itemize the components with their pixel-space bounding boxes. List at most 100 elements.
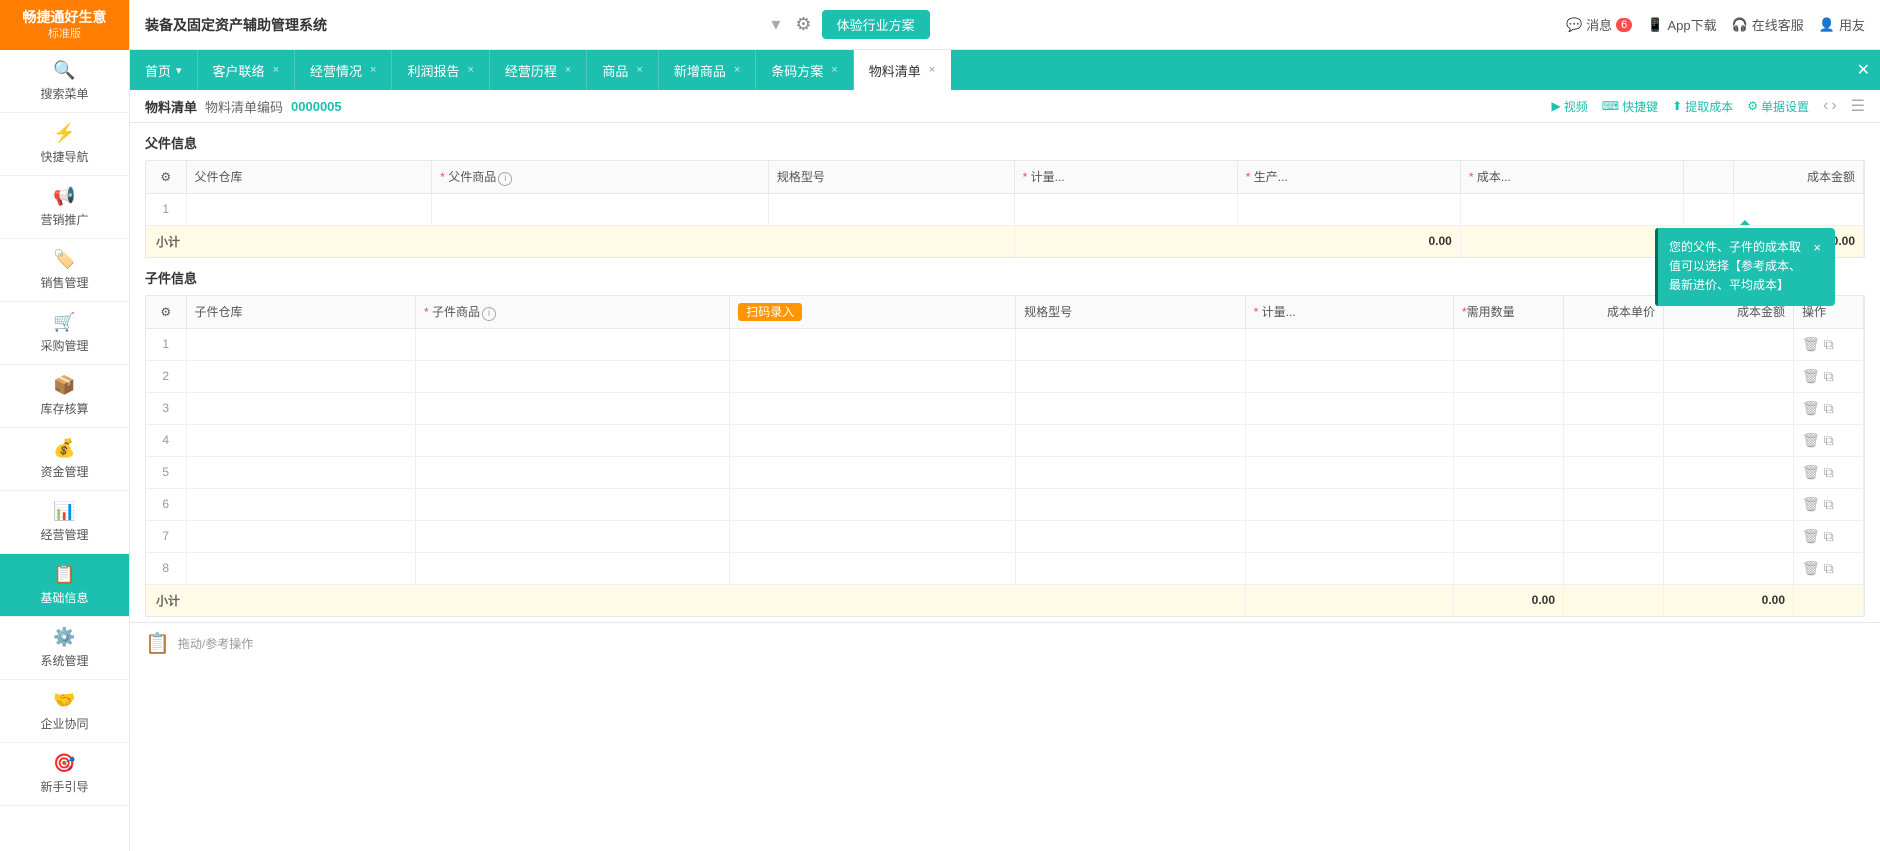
nav-prev-icon[interactable]: ‹ <box>1823 97 1828 115</box>
sidebar-item-quick-nav[interactable]: ⚡快捷导航 <box>0 113 129 176</box>
child-row-6-quantity[interactable] <box>1454 488 1564 520</box>
child-row-4-product[interactable] <box>415 424 729 456</box>
extract-cost-btn[interactable]: ⬆ 提取成本 <box>1672 98 1733 115</box>
child-row-2-unit-price[interactable] <box>1564 360 1664 392</box>
dropdown-arrow-icon[interactable]: ▾ <box>771 14 780 35</box>
child-row-1-product[interactable] <box>415 328 729 360</box>
parent-row-1-warehouse[interactable] <box>186 193 432 225</box>
child-th-gear[interactable]: ⚙ <box>146 296 186 328</box>
message-btn[interactable]: 💬 消息 6 <box>1566 15 1632 34</box>
child-row-6-unit[interactable] <box>1245 488 1453 520</box>
parent-row-1-production[interactable] <box>1237 193 1460 225</box>
sidebar-item-marketing[interactable]: 📢营销推广 <box>0 176 129 239</box>
copy-icon-2[interactable]: ⧉ <box>1824 368 1834 385</box>
child-row-3-unit[interactable] <box>1245 392 1453 424</box>
child-row-4-unit[interactable] <box>1245 424 1453 456</box>
sidebar-item-inventory[interactable]: 📦库存核算 <box>0 365 129 428</box>
scan-btn[interactable]: 扫码录入 <box>738 303 802 321</box>
delete-icon-6[interactable]: 🗑 <box>1802 496 1820 513</box>
child-row-7-quantity[interactable] <box>1454 520 1564 552</box>
nav-tab-3[interactable]: 利润报告× <box>392 50 489 90</box>
child-row-3-unit-price[interactable] <box>1564 392 1664 424</box>
single-setting-btn[interactable]: ⚙ 单据设置 <box>1747 98 1809 115</box>
child-row-8-product[interactable] <box>415 552 729 584</box>
child-row-2-spec[interactable] <box>1016 360 1245 392</box>
child-row-3-product[interactable] <box>415 392 729 424</box>
child-row-6-warehouse[interactable] <box>186 488 415 520</box>
nav-tab-close-6[interactable]: × <box>734 64 740 76</box>
child-row-8-unit-price[interactable] <box>1564 552 1664 584</box>
nav-tab-6[interactable]: 新增商品× <box>659 50 756 90</box>
shortcut-btn[interactable]: ⌨ 快捷键 <box>1602 98 1658 115</box>
child-row-2-warehouse[interactable] <box>186 360 415 392</box>
delete-icon-4[interactable]: 🗑 <box>1802 432 1820 449</box>
child-row-5-unit[interactable] <box>1245 456 1453 488</box>
child-row-5-quantity[interactable] <box>1454 456 1564 488</box>
child-row-6-spec[interactable] <box>1016 488 1245 520</box>
copy-icon-3[interactable]: ⧉ <box>1824 400 1834 417</box>
copy-icon-6[interactable]: ⧉ <box>1824 496 1834 513</box>
child-row-1-unit-price[interactable] <box>1564 328 1664 360</box>
child-row-7-product[interactable] <box>415 520 729 552</box>
delete-icon-2[interactable]: 🗑 <box>1802 368 1820 385</box>
child-row-3-quantity[interactable] <box>1454 392 1564 424</box>
sidebar-item-enterprise[interactable]: 🤝企业协同 <box>0 680 129 743</box>
view-btn[interactable]: ▶ 视频 <box>1552 98 1588 115</box>
nav-tab-close-3[interactable]: × <box>467 64 473 76</box>
nav-tab-7[interactable]: 条码方案× <box>756 50 853 90</box>
settings-icon[interactable]: ⚙ <box>795 14 811 35</box>
sidebar-item-guide[interactable]: 🎯新手引导 <box>0 743 129 806</box>
child-row-3-spec[interactable] <box>1016 392 1245 424</box>
child-row-5-unit-price[interactable] <box>1564 456 1664 488</box>
copy-icon-5[interactable]: ⧉ <box>1824 464 1834 481</box>
nav-next-icon[interactable]: › <box>1831 97 1836 115</box>
child-row-2-unit[interactable] <box>1245 360 1453 392</box>
nav-tab-close-4[interactable]: × <box>565 64 571 76</box>
child-row-8-spec[interactable] <box>1016 552 1245 584</box>
child-row-8-quantity[interactable] <box>1454 552 1564 584</box>
app-download-btn[interactable]: 📱 App下载 <box>1647 15 1716 34</box>
child-row-8-unit[interactable] <box>1245 552 1453 584</box>
nav-tab-5[interactable]: 商品× <box>587 50 658 90</box>
child-row-1-spec[interactable] <box>1016 328 1245 360</box>
delete-icon-5[interactable]: 🗑 <box>1802 464 1820 481</box>
delete-icon-1[interactable]: 🗑 <box>1802 336 1820 353</box>
copy-icon-4[interactable]: ⧉ <box>1824 432 1834 449</box>
parent-row-1-spec[interactable] <box>768 193 1014 225</box>
child-row-1-unit[interactable] <box>1245 328 1453 360</box>
delete-icon-8[interactable]: 🗑 <box>1802 560 1820 577</box>
nav-tab-1[interactable]: 客户联络× <box>198 50 295 90</box>
close-all-tabs-btn[interactable]: ✕ <box>1847 50 1880 90</box>
sidebar-item-finance[interactable]: 💰资金管理 <box>0 428 129 491</box>
child-row-8-warehouse[interactable] <box>186 552 415 584</box>
nav-tab-close-8[interactable]: × <box>929 64 935 76</box>
child-row-1-quantity[interactable] <box>1454 328 1564 360</box>
child-row-6-unit-price[interactable] <box>1564 488 1664 520</box>
child-row-7-unit[interactable] <box>1245 520 1453 552</box>
child-row-2-quantity[interactable] <box>1454 360 1564 392</box>
nav-tab-2[interactable]: 经营情况× <box>295 50 392 90</box>
delete-icon-7[interactable]: 🗑 <box>1802 528 1820 545</box>
child-row-5-product[interactable] <box>415 456 729 488</box>
sidebar-item-system[interactable]: ⚙️系统管理 <box>0 617 129 680</box>
child-row-7-unit-price[interactable] <box>1564 520 1664 552</box>
parent-row-1-product[interactable] <box>432 193 769 225</box>
parent-product-info-icon[interactable]: i <box>498 172 512 186</box>
nav-tab-4[interactable]: 经营历程× <box>490 50 587 90</box>
user-btn[interactable]: 👤 用友 <box>1819 15 1865 34</box>
child-row-6-product[interactable] <box>415 488 729 520</box>
child-row-4-unit-price[interactable] <box>1564 424 1664 456</box>
sidebar-item-basic-info[interactable]: 📋基础信息 <box>0 554 129 617</box>
child-row-3-warehouse[interactable] <box>186 392 415 424</box>
child-row-7-spec[interactable] <box>1016 520 1245 552</box>
list-view-icon[interactable]: ☰ <box>1851 96 1865 116</box>
nav-tab-close-1[interactable]: × <box>273 64 279 76</box>
nav-tab-8[interactable]: 物料清单× <box>854 50 951 90</box>
parent-th-gear[interactable]: ⚙ <box>146 161 186 193</box>
copy-icon-8[interactable]: ⧉ <box>1824 560 1834 577</box>
nav-tab-close-7[interactable]: × <box>831 64 837 76</box>
nav-tab-close-5[interactable]: × <box>636 64 642 76</box>
child-row-2-product[interactable] <box>415 360 729 392</box>
copy-icon-1[interactable]: ⧉ <box>1824 336 1834 353</box>
nav-tab-0[interactable]: 首页▾ <box>130 50 198 90</box>
